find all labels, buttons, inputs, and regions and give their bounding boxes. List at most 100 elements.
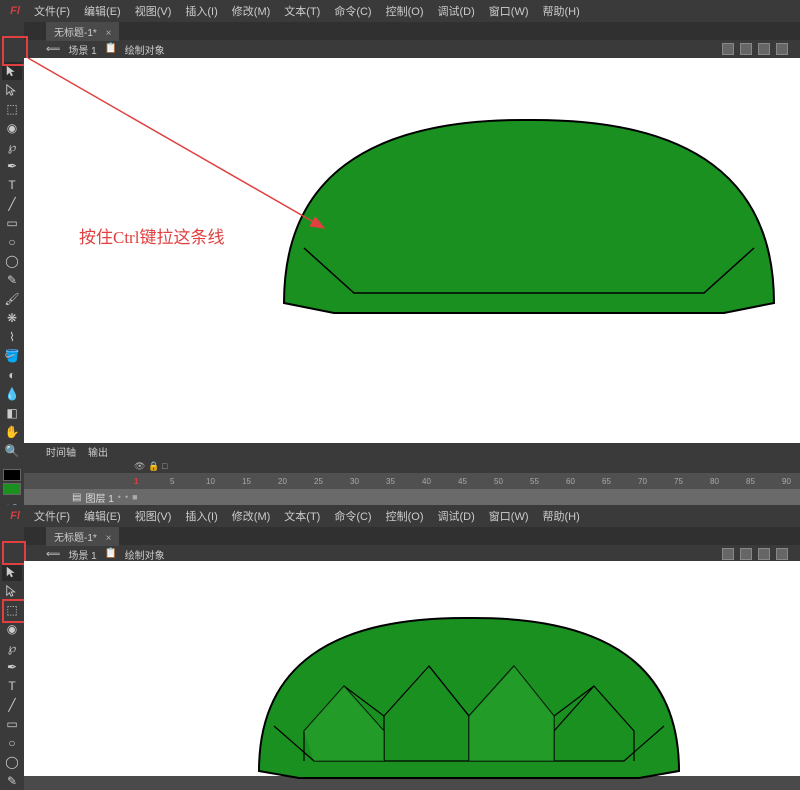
view-icon-4b[interactable]	[776, 548, 788, 560]
eyedropper-tool[interactable]: 💧	[2, 385, 22, 403]
3d-rotation-tool[interactable]: ◉	[2, 119, 22, 137]
mode-label: 绘制对象	[125, 42, 165, 57]
view-icon-3[interactable]	[758, 43, 770, 55]
menubar: Fl 文件(F) 编辑(E) 视图(V) 插入(I) 修改(M) 文本(T) 命…	[0, 0, 800, 22]
eraser-tool[interactable]: ◧	[2, 404, 22, 422]
oval-tool[interactable]: ○	[2, 233, 22, 251]
menu-window-2[interactable]: 窗口(W)	[483, 506, 535, 526]
line-tool-2[interactable]: ╱	[2, 696, 22, 714]
view-icon-2b[interactable]	[740, 548, 752, 560]
view-icon-3b[interactable]	[758, 548, 770, 560]
tick: 55	[530, 477, 566, 486]
close-icon-2[interactable]: ×	[106, 533, 112, 544]
menu-modify-2[interactable]: 修改(M)	[226, 506, 277, 526]
pencil-tool-2[interactable]: ✎	[2, 772, 22, 790]
fill-color-swatch[interactable]	[3, 483, 21, 495]
text-tool-2[interactable]: T	[2, 677, 22, 695]
menu-control[interactable]: 控制(O)	[380, 1, 430, 21]
outline-icon[interactable]: □	[162, 461, 172, 471]
menu-text[interactable]: 文本(T)	[278, 1, 326, 21]
brush-tool[interactable]: 🖌	[2, 290, 22, 308]
back-icon[interactable]: ⟸	[46, 44, 60, 55]
view-icon-2[interactable]	[740, 43, 752, 55]
lasso-tool-2[interactable]: ℘	[2, 639, 22, 657]
menu-edit[interactable]: 编辑(E)	[78, 1, 127, 21]
tick: 45	[458, 477, 494, 486]
menu-modify[interactable]: 修改(M)	[226, 1, 277, 21]
rectangle-tool[interactable]: ▭	[2, 214, 22, 232]
toolbar-2: ⬚ ◉ ℘ ✒ T ╱ ▭ ○ ◯ ✎	[0, 527, 24, 790]
app-logo: Fl	[4, 5, 26, 17]
ink-bottle-tool[interactable]: ◐	[2, 366, 22, 384]
view-icon-1[interactable]	[722, 43, 734, 55]
turtle-shell-shape	[264, 118, 794, 318]
menu-insert-2[interactable]: 插入(I)	[179, 506, 223, 526]
close-icon[interactable]: ×	[106, 28, 112, 39]
timeline-ruler[interactable]: 1 5 10 15 20 25 30 35 40 45 50 55 60 65 …	[24, 473, 800, 489]
menu-control-2[interactable]: 控制(O)	[380, 506, 430, 526]
canvas-2[interactable]	[24, 561, 800, 776]
menu-help-2[interactable]: 帮助(H)	[537, 506, 586, 526]
layer-dot: •	[118, 492, 121, 502]
menu-command-2[interactable]: 命令(C)	[328, 506, 377, 526]
free-transform-tool-2[interactable]: ⬚	[2, 601, 22, 619]
menu-window[interactable]: 窗口(W)	[483, 1, 535, 21]
bone-tool[interactable]: ⌇	[2, 328, 22, 346]
lock-icon[interactable]: 🔒	[148, 461, 158, 471]
visibility-icon[interactable]: 👁	[134, 461, 144, 471]
polystar-tool[interactable]: ◯	[2, 252, 22, 270]
menu-text-2[interactable]: 文本(T)	[278, 506, 326, 526]
document-tab-2[interactable]: 无标题-1* ×	[46, 527, 119, 546]
tick: 90	[782, 477, 800, 486]
free-transform-tool[interactable]: ⬚	[2, 100, 22, 118]
selection-tool[interactable]	[2, 62, 22, 80]
layer-icon: ▤	[72, 492, 81, 503]
deco-tool[interactable]: ❋	[2, 309, 22, 327]
line-tool[interactable]: ╱	[2, 195, 22, 213]
layer-square: ■	[132, 492, 137, 502]
view-icon-4[interactable]	[776, 43, 788, 55]
paint-bucket-tool[interactable]: 🪣	[2, 347, 22, 365]
timeline-tab[interactable]: 时间轴	[46, 444, 76, 459]
hand-tool[interactable]: ✋	[2, 423, 22, 441]
layer-row[interactable]: ▤ 图层 1 ••■	[24, 489, 800, 505]
scene-icon-2: 📋	[105, 548, 117, 560]
menu-command[interactable]: 命令(C)	[328, 1, 377, 21]
playhead[interactable]: 1	[134, 477, 170, 486]
pen-tool-2[interactable]: ✒	[2, 658, 22, 676]
menu-insert[interactable]: 插入(I)	[179, 1, 223, 21]
menu-file[interactable]: 文件(F)	[28, 1, 76, 21]
lasso-tool[interactable]: ℘	[2, 138, 22, 156]
stroke-color-swatch[interactable]	[3, 469, 21, 481]
scene-label-2[interactable]: 场景 1	[68, 547, 96, 562]
polystar-tool-2[interactable]: ◯	[2, 753, 22, 771]
canvas[interactable]: 按住Ctrl键拉这条线	[24, 58, 800, 443]
menu-edit-2[interactable]: 编辑(E)	[78, 506, 127, 526]
oval-tool-2[interactable]: ○	[2, 734, 22, 752]
subselection-tool[interactable]	[2, 81, 22, 99]
view-icon-1b[interactable]	[722, 548, 734, 560]
menu-debug[interactable]: 调试(D)	[432, 1, 481, 21]
menu-view[interactable]: 视图(V)	[129, 1, 178, 21]
back-icon-2[interactable]: ⟸	[46, 549, 60, 560]
scene-icon: 📋	[105, 43, 117, 55]
menu-debug-2[interactable]: 调试(D)	[432, 506, 481, 526]
zoom-tool[interactable]: 🔍	[2, 442, 22, 460]
output-tab[interactable]: 输出	[88, 444, 108, 459]
menubar-2: Fl 文件(F) 编辑(E) 视图(V) 插入(I) 修改(M) 文本(T) 命…	[0, 505, 800, 527]
subselection-tool-2[interactable]	[2, 582, 22, 600]
document-tab[interactable]: 无标题-1* ×	[46, 22, 119, 41]
tick: 50	[494, 477, 530, 486]
pen-tool[interactable]: ✒	[2, 157, 22, 175]
text-tool[interactable]: T	[2, 176, 22, 194]
rectangle-tool-2[interactable]: ▭	[2, 715, 22, 733]
menu-help[interactable]: 帮助(H)	[537, 1, 586, 21]
tick: 10	[206, 477, 242, 486]
scene-label[interactable]: 场景 1	[68, 42, 96, 57]
mode-label-2: 绘制对象	[125, 547, 165, 562]
selection-tool-2[interactable]	[2, 563, 22, 581]
pencil-tool[interactable]: ✎	[2, 271, 22, 289]
3d-rotation-tool-2[interactable]: ◉	[2, 620, 22, 638]
menu-view-2[interactable]: 视图(V)	[129, 506, 178, 526]
menu-file-2[interactable]: 文件(F)	[28, 506, 76, 526]
